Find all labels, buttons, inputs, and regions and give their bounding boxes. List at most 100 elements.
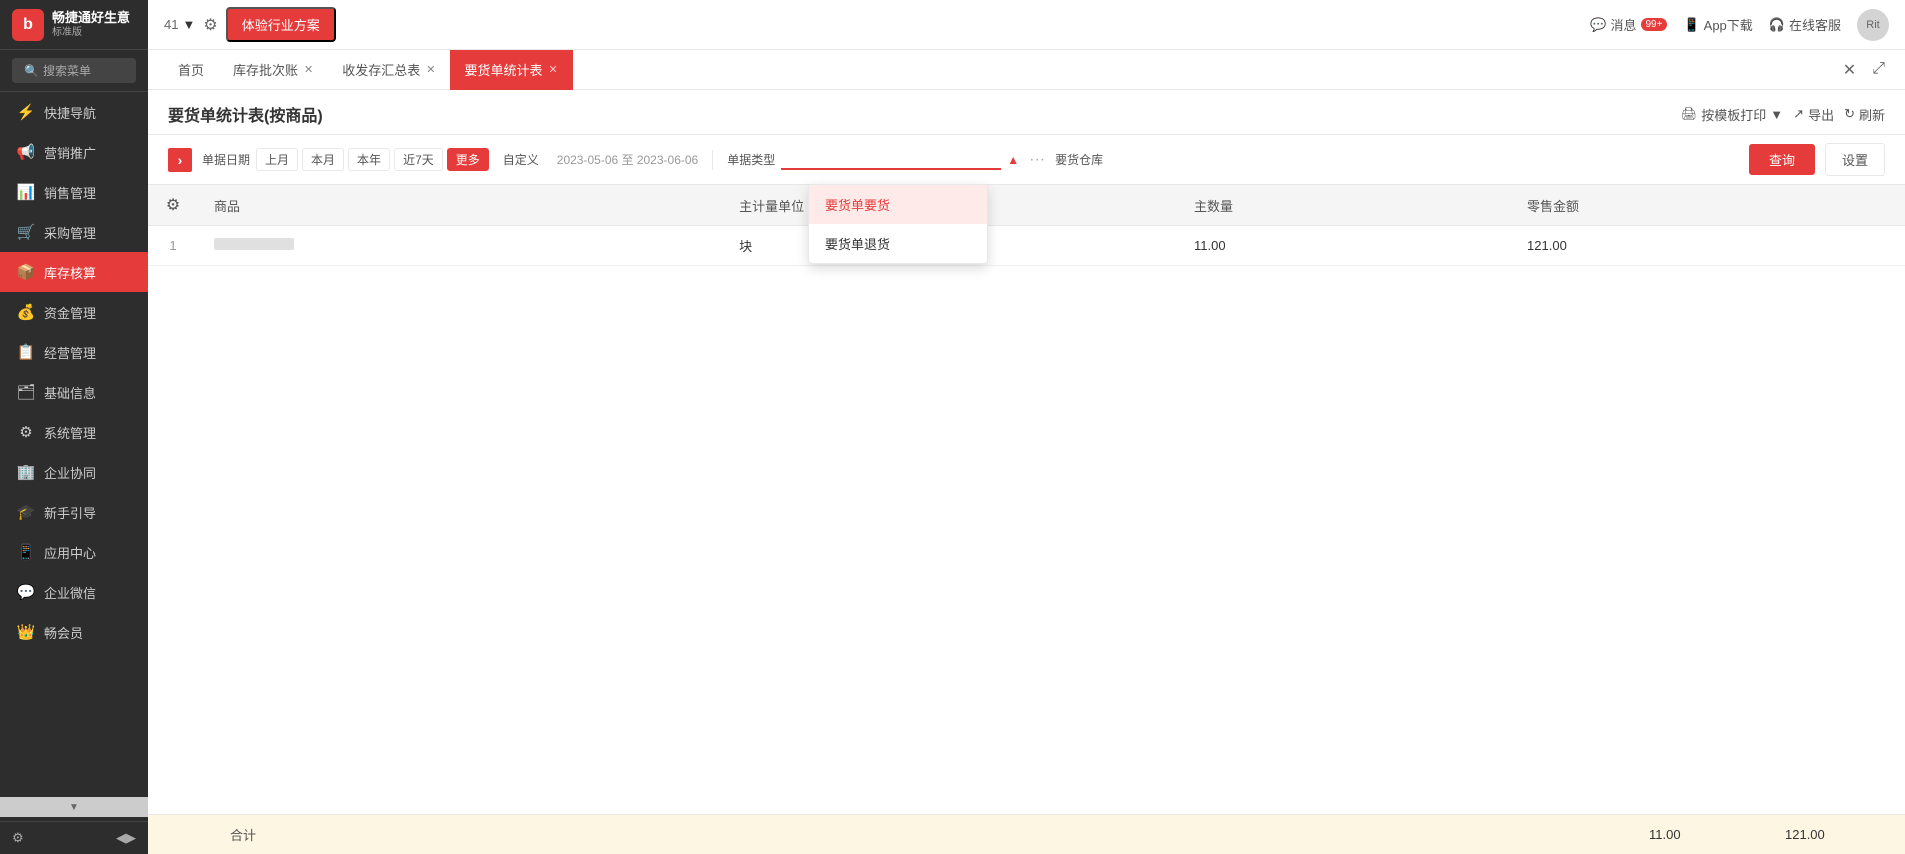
filter-last-7days-btn[interactable]: 近7天	[394, 148, 443, 171]
footer-amount: 121.00	[1769, 827, 1889, 842]
column-header-settings[interactable]: ⚙	[148, 185, 198, 226]
sidebar-item-guide[interactable]: 🎓 新手引导	[0, 492, 148, 532]
cell-product	[198, 226, 723, 266]
tab-collect-summary[interactable]: 收发存汇总表✕	[328, 50, 450, 90]
filter-last-month-btn[interactable]: 上月	[256, 148, 298, 171]
nav-label-guide: 新手引导	[44, 503, 96, 522]
nav-label-marketing: 营销推广	[44, 143, 96, 162]
messages-icon: 💬	[1590, 17, 1606, 33]
filter-type-dropdown-icon[interactable]: ▲	[1007, 153, 1019, 167]
tab-order-stats[interactable]: 要货单统计表✕	[450, 50, 572, 90]
nav-icon-member: 👑	[16, 622, 36, 642]
nav-icon-finance: 💰	[16, 302, 36, 322]
nav-icon-enterprise: 🏢	[16, 462, 36, 482]
nav-icon-guide: 🎓	[16, 502, 36, 522]
table-row: 1 块 11.00 121.00	[148, 226, 1905, 266]
cell-index: 1	[148, 226, 198, 266]
user-avatar[interactable]: Rit	[1857, 9, 1889, 41]
sidebar-item-finance[interactable]: 💰 资金管理	[0, 292, 148, 332]
table-body: 1 块 11.00 121.00	[148, 226, 1905, 266]
tab-close-batch-stock[interactable]: ✕	[304, 63, 313, 76]
app-download-button[interactable]: 📱 App下载	[1683, 15, 1752, 34]
settings-footer-btn[interactable]: ⚙	[12, 830, 24, 846]
sidebar-item-basic[interactable]: 🗂基础信息	[0, 372, 148, 412]
dropdown-item-return[interactable]: 要货单退货	[809, 224, 987, 263]
trial-button[interactable]: 体验行业方案	[226, 7, 336, 42]
sidebar-item-quick-nav[interactable]: ⚡快捷导航	[0, 92, 148, 132]
export-label: 导出	[1808, 105, 1834, 124]
online-service-icon: 🎧	[1769, 17, 1785, 33]
tab-batch-stock[interactable]: 库存批次账 ✕	[219, 50, 328, 90]
page-actions: 🖨 按模板打印 ▼ ↗ 导出 ↻ 刷新	[1681, 105, 1885, 124]
sidebar-item-sales[interactable]: 📊 销售管理	[0, 172, 148, 212]
sidebar-item-enterprise[interactable]: 🏢企业协同	[0, 452, 148, 492]
sidebar-item-operations[interactable]: 📋经营管理	[0, 332, 148, 372]
sidebar-item-marketing[interactable]: 📢营销推广	[0, 132, 148, 172]
nav-label-quick-nav: 快捷导航	[44, 103, 96, 122]
print-button[interactable]: 🖨 按模板打印 ▼	[1681, 105, 1783, 124]
app-download-label: App下载	[1704, 15, 1753, 34]
sidebar-item-inventory[interactable]: 📦库存核算	[0, 252, 148, 292]
page-title: 要货单统计表(按商品)	[168, 102, 323, 126]
export-button[interactable]: ↗ 导出	[1793, 105, 1834, 124]
refresh-icon: ↻	[1844, 106, 1855, 122]
type-dropdown-menu: 要货单要货 要货单退货	[808, 184, 988, 264]
sidebar-scroll-down[interactable]: ▼	[0, 797, 148, 817]
sidebar-item-member[interactable]: 👑畅会员	[0, 612, 148, 652]
tab-home[interactable]: 首页	[164, 50, 219, 90]
column-header-quantity: 主数量	[1178, 185, 1511, 226]
nav-icon-wechat: 💬	[16, 582, 36, 602]
logo-text: 畅捷通好生意 标准版	[52, 10, 130, 40]
filter-type-input[interactable]	[781, 149, 1001, 170]
sidebar-item-appstore[interactable]: 📱 应用中心	[0, 532, 148, 572]
filter-custom-btn[interactable]: 自定义	[495, 149, 547, 170]
sidebar-item-purchase[interactable]: 🛒采购管理	[0, 212, 148, 252]
print-label: 按模板打印	[1701, 105, 1766, 124]
query-button[interactable]: 查询	[1749, 144, 1815, 175]
expand-tab-icon[interactable]: ⤢	[1868, 56, 1889, 84]
collapse-footer-btn[interactable]: ◀▶	[116, 830, 136, 846]
filter-expand-button[interactable]: ›	[168, 148, 192, 172]
table-footer: 合计 11.00 121.00	[148, 814, 1905, 854]
nav-label-sales: 销售管理	[44, 183, 96, 202]
sidebar-search-area[interactable]: 🔍 搜索菜单	[0, 50, 148, 92]
nav-icon-purchase: 🛒	[16, 222, 36, 242]
topbar-gear-icon[interactable]: ⚙	[203, 15, 217, 35]
search-icon: 🔍	[24, 64, 39, 78]
messages-button[interactable]: 💬 消息 99+	[1590, 15, 1667, 34]
table-settings-button[interactable]: 设置	[1825, 143, 1885, 176]
filter-warehouse-label: 要货仓库	[1055, 151, 1103, 168]
table-wrapper: ⚙ 商品 主计量单位 主数量 零售金额 1 块 11.00	[148, 185, 1905, 814]
filter-this-year-btn[interactable]: 本年	[348, 148, 390, 171]
footer-label: 合计	[214, 825, 272, 844]
filter-more-btn[interactable]: 更多	[447, 148, 489, 171]
tab-close-collect-summary[interactable]: ✕	[426, 63, 435, 76]
nav-icon-operations: 📋	[16, 342, 36, 362]
refresh-button[interactable]: ↻ 刷新	[1844, 105, 1885, 124]
filter-type-more-icon[interactable]: ···	[1029, 151, 1045, 169]
settings-footer-icon: ⚙	[12, 830, 24, 846]
nav-icon-inventory: 📦	[16, 262, 36, 282]
nav-label-finance: 资金管理	[44, 303, 96, 322]
data-table: ⚙ 商品 主计量单位 主数量 零售金额 1 块 11.00	[148, 185, 1905, 266]
tab-close-order-stats[interactable]: ✕	[549, 63, 558, 76]
tab-bar: 首页库存批次账✕收发存汇总表✕要货单统计表✕ ✕ ⤢	[148, 50, 1905, 90]
sidebar-item-wechat[interactable]: 💬企业微信	[0, 572, 148, 612]
search-menu-button[interactable]: 🔍 搜索菜单	[12, 58, 136, 83]
tab-label-batch-stock: 库存批次账	[233, 60, 298, 79]
filter-type-label: 单据类型	[727, 151, 775, 168]
nav-label-appstore: 应用中心	[44, 543, 96, 562]
nav-icon-appstore: 📱	[16, 542, 36, 562]
online-service-label: 在线客服	[1789, 15, 1841, 34]
filter-divider	[712, 150, 713, 170]
filter-date-group: 单据日期 上月 本月 本年 近7天 更多 自定义	[202, 148, 547, 171]
filter-this-month-btn[interactable]: 本月	[302, 148, 344, 171]
messages-label: 消息	[1610, 15, 1636, 34]
sidebar-item-system[interactable]: ⚙系统管理	[0, 412, 148, 452]
close-tab-icon[interactable]: ✕	[1839, 56, 1860, 84]
online-service-button[interactable]: 🎧 在线客服	[1769, 15, 1841, 34]
store-selector[interactable]: 41 ▼	[164, 17, 195, 32]
collapse-footer-icon: ◀▶	[116, 830, 136, 846]
dropdown-item-purchase[interactable]: 要货单要货	[809, 185, 987, 224]
nav-icon-sales: 📊	[16, 182, 36, 202]
